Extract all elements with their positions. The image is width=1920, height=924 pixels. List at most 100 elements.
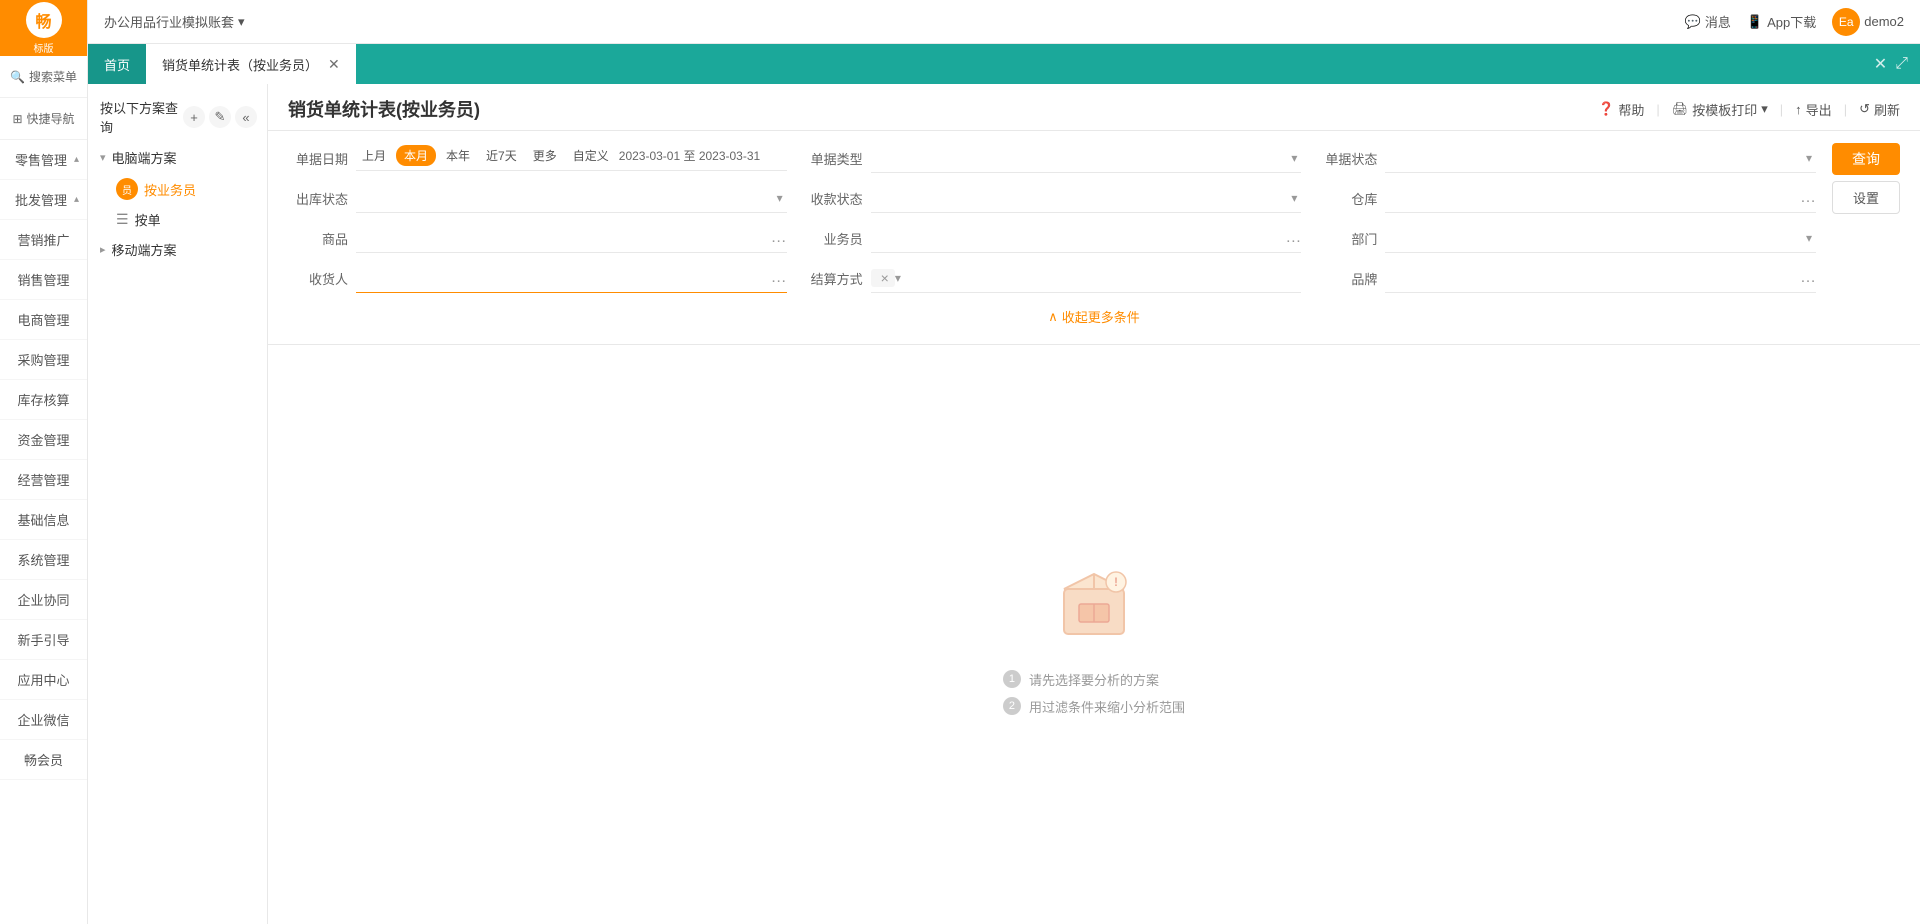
tab-actions: ✕ ⤢ — [1874, 54, 1920, 74]
sidebar-item-inventory[interactable]: 库存核算 — [0, 380, 87, 420]
salesman-dots[interactable]: … — [1285, 229, 1301, 247]
sidebar-item-newbie[interactable]: 新手引导 — [0, 620, 87, 660]
sidebar-item-member[interactable]: 畅会员 — [0, 740, 87, 780]
settlement-tag-close[interactable]: × — [881, 271, 889, 285]
sidebar-item-operation[interactable]: 经营管理 — [0, 460, 87, 500]
tree-leaf-order[interactable]: ☰ 按单 — [100, 205, 267, 234]
tab-sales-report[interactable]: 销货单统计表（按业务员） ✕ — [146, 44, 356, 84]
sidebar-item-marketing[interactable]: 营销推广 — [0, 220, 87, 260]
quick-nav-button[interactable]: ⊞ 快捷导航 — [6, 106, 81, 131]
chevron-icon: ▴ — [74, 194, 79, 205]
date-tab-7days[interactable]: 近7天 — [480, 145, 523, 166]
grid-icon: ⊞ — [12, 112, 22, 126]
query-button[interactable]: 查询 — [1832, 143, 1900, 175]
settings-button[interactable]: 设置 — [1832, 181, 1900, 214]
search-area[interactable]: 🔍 搜索菜单 — [0, 56, 87, 98]
tab-close-icon[interactable]: ✕ — [328, 57, 340, 71]
product-input[interactable] — [356, 228, 767, 247]
collapse-filter-button[interactable]: ∧ 收起更多条件 — [1048, 301, 1140, 332]
sidebar-item-base[interactable]: 基础信息 — [0, 500, 87, 540]
sidebar: 畅 标版 🔍 搜索菜单 ⊞ 快捷导航 零售管理 ▴ 批发管理 ▴ 营销推广 销售… — [0, 0, 88, 924]
sidebar-item-system[interactable]: 系统管理 — [0, 540, 87, 580]
sidebar-item-wholesale[interactable]: 批发管理 ▴ — [0, 180, 87, 220]
product-label: 商品 — [288, 229, 348, 248]
date-tab-last-month[interactable]: 上月 — [356, 145, 392, 166]
page-header: 销货单统计表(按业务员) ❓ 帮助 | 🖨 按模板打印 ▾ | ↑ — [268, 84, 1920, 131]
tree-group-desktop[interactable]: ▾ 电脑端方案 — [88, 142, 267, 173]
tree-node-desktop: ▾ 电脑端方案 员 按业务员 ☰ 按单 — [88, 142, 267, 234]
settlement-select[interactable]: × ▾ — [871, 263, 1302, 293]
salesman-input[interactable] — [871, 228, 1282, 247]
logo-initials: 畅 — [35, 8, 51, 32]
edit-scheme-button[interactable]: ✎ — [209, 106, 231, 128]
department-arrow: ▾ — [1806, 231, 1812, 245]
quick-nav-area[interactable]: ⊞ 快捷导航 — [0, 98, 87, 140]
main-area: 办公用品行业模拟账套 ▾ 💬 消息 📱 App下载 Ea demo2 首页 — [88, 0, 1920, 924]
add-scheme-button[interactable]: + — [183, 106, 205, 128]
tree-node-mobile: ▸ 移动端方案 — [88, 234, 267, 265]
left-panel: 按以下方案查询 + ✎ « ▾ 电脑端方案 员 按业务 — [88, 84, 268, 924]
sidebar-item-finance[interactable]: 资金管理 — [0, 420, 87, 460]
brand-dots[interactable]: … — [1800, 269, 1816, 287]
tree-leaf-salesman-label: 按业务员 — [144, 180, 196, 199]
download-icon: 📱 — [1747, 14, 1763, 30]
sidebar-item-purchase[interactable]: 采购管理 — [0, 340, 87, 380]
date-tab-custom[interactable]: 自定义 — [567, 145, 615, 166]
consignee-input-wrap: … — [356, 263, 787, 293]
refresh-button[interactable]: ↺ 刷新 — [1859, 100, 1900, 119]
consignee-input[interactable] — [356, 268, 767, 287]
empty-state: ! 1 请先选择要分析的方案 2 用过滤条件来缩小分析范围 — [268, 345, 1920, 924]
chevron-icon: ▴ — [74, 154, 79, 165]
sidebar-item-appstore[interactable]: 应用中心 — [0, 660, 87, 700]
out-status-select[interactable]: ▾ — [356, 183, 787, 213]
date-tab-more[interactable]: 更多 — [527, 145, 563, 166]
date-tab-this-year[interactable]: 本年 — [440, 145, 476, 166]
sidebar-item-wechat[interactable]: 企业微信 — [0, 700, 87, 740]
account-selector[interactable]: 办公用品行业模拟账套 ▾ — [104, 12, 245, 31]
help-button[interactable]: ❓ 帮助 — [1598, 100, 1644, 119]
warehouse-input[interactable] — [1385, 188, 1796, 207]
payment-status-label: 收款状态 — [803, 189, 863, 208]
tree-expand-icon: ▾ — [100, 151, 106, 164]
tree-children-desktop: 员 按业务员 ☰ 按单 — [88, 173, 267, 234]
tab-home-label: 首页 — [104, 55, 130, 74]
tab-home[interactable]: 首页 — [88, 44, 146, 84]
logo-icon: 畅 — [26, 2, 62, 38]
search-button[interactable]: 🔍 搜索菜单 — [6, 64, 81, 89]
department-select[interactable]: ▾ — [1385, 223, 1816, 253]
close-window-button[interactable]: ✕ — [1874, 54, 1887, 74]
filter-area: 单据日期 上月 本月 本年 近7天 更多 自定义 — [268, 131, 1920, 345]
collapse-icon: ∧ — [1048, 309, 1058, 325]
print-button[interactable]: 🖨 按模板打印 ▾ — [1672, 100, 1768, 119]
help-icon: ❓ — [1598, 101, 1614, 117]
sidebar-item-retail[interactable]: 零售管理 ▴ — [0, 140, 87, 180]
tree-leaf-icon-order: ☰ — [116, 211, 129, 228]
sidebar-item-collab[interactable]: 企业协同 — [0, 580, 87, 620]
date-tab-this-month[interactable]: 本月 — [396, 145, 436, 166]
order-type-arrow: ▾ — [1291, 151, 1297, 165]
search-icon: 🔍 — [10, 70, 25, 84]
tree-leaf-order-label: 按单 — [135, 210, 161, 229]
product-dots[interactable]: … — [771, 229, 787, 247]
app-download-btn[interactable]: 📱 App下载 — [1747, 12, 1816, 31]
expand-window-button[interactable]: ⤢ — [1895, 54, 1908, 74]
order-status-select[interactable]: ▾ — [1385, 143, 1816, 173]
warehouse-input-wrap: … — [1385, 183, 1816, 213]
message-icon: 💬 — [1685, 14, 1701, 30]
sidebar-item-sales[interactable]: 销售管理 — [0, 260, 87, 300]
user-profile[interactable]: Ea demo2 — [1832, 8, 1904, 36]
message-btn[interactable]: 💬 消息 — [1685, 12, 1731, 31]
payment-status-select[interactable]: ▾ — [871, 183, 1302, 213]
product-input-wrap: … — [356, 223, 787, 253]
warehouse-dots[interactable]: … — [1800, 189, 1816, 207]
order-type-select[interactable]: ▾ — [871, 143, 1302, 173]
empty-steps: 1 请先选择要分析的方案 2 用过滤条件来缩小分析范围 — [1003, 670, 1185, 716]
sidebar-item-ecommerce[interactable]: 电商管理 — [0, 300, 87, 340]
consignee-dots[interactable]: … — [771, 269, 787, 287]
tree-leaf-salesman[interactable]: 员 按业务员 — [100, 173, 267, 205]
export-button[interactable]: ↑ 导出 — [1795, 100, 1832, 119]
brand-input[interactable] — [1385, 268, 1796, 287]
collapse-panel-button[interactable]: « — [235, 106, 257, 128]
dropdown-arrow-icon: ▾ — [238, 14, 245, 30]
tree-group-mobile[interactable]: ▸ 移动端方案 — [88, 234, 267, 265]
